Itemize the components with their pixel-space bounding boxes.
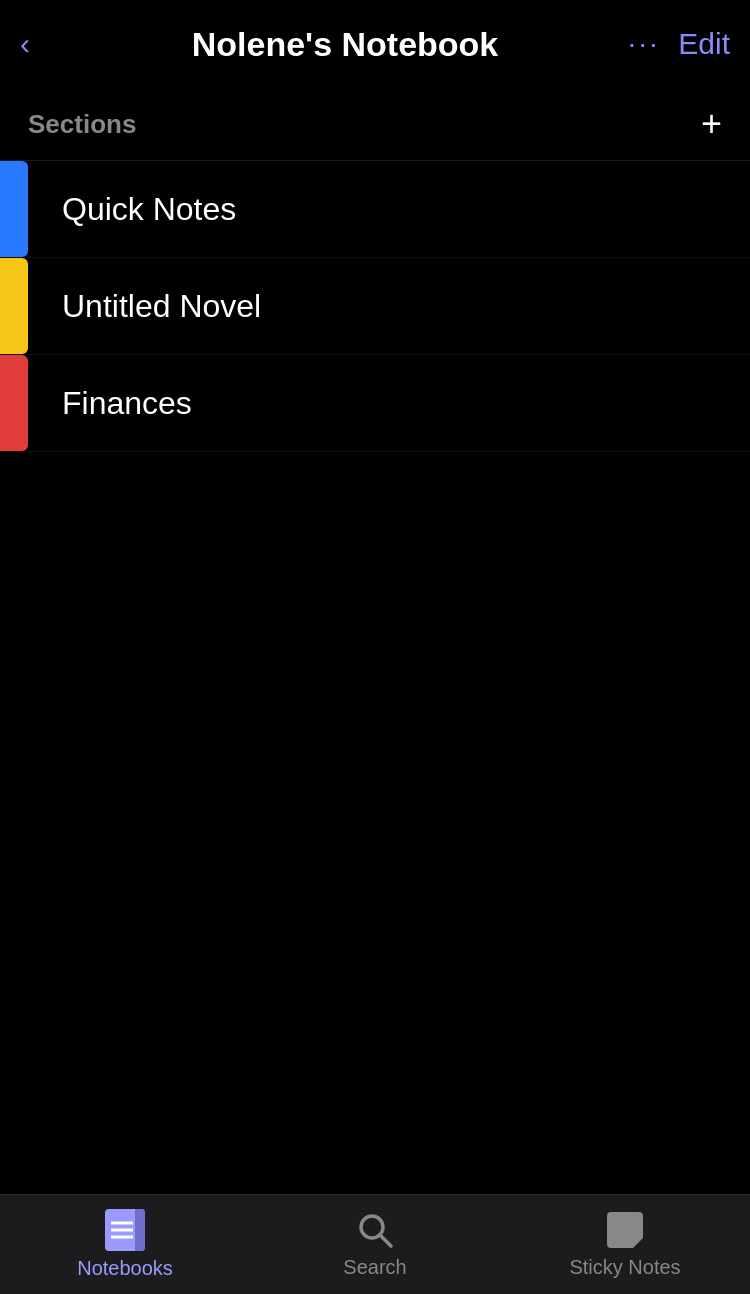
more-options-button[interactable]: ···	[628, 28, 660, 60]
header: ‹ Nolene's Notebook ··· Edit	[0, 0, 750, 88]
tab-search-label: Search	[343, 1256, 406, 1279]
search-icon	[355, 1210, 395, 1250]
section-item-finances[interactable]: Finances	[0, 355, 750, 452]
section-label-finances: Finances	[58, 355, 750, 451]
tab-notebooks-label: Notebooks	[77, 1257, 173, 1280]
tab-notebooks[interactable]: Notebooks	[55, 1209, 195, 1280]
section-list: Quick Notes Untitled Novel Finances	[0, 161, 750, 452]
tab-search[interactable]: Search	[305, 1210, 445, 1279]
section-item-untitled-novel[interactable]: Untitled Novel	[0, 258, 750, 355]
section-label-untitled-novel: Untitled Novel	[58, 258, 750, 354]
section-tab-blue	[0, 161, 28, 257]
section-tab-red	[0, 355, 28, 451]
back-button[interactable]: ‹	[20, 27, 80, 61]
tab-bar: Notebooks Search Sticky Notes	[0, 1194, 750, 1294]
section-label-quick-notes: Quick Notes	[58, 161, 750, 257]
tab-sticky-notes[interactable]: Sticky Notes	[555, 1210, 695, 1279]
notebooks-icon	[105, 1209, 145, 1251]
svg-rect-2	[607, 1212, 643, 1248]
section-tab-yellow	[0, 258, 28, 354]
sticky-notes-icon	[605, 1210, 645, 1250]
sections-header: Sections +	[0, 88, 750, 161]
section-item-quick-notes[interactable]: Quick Notes	[0, 161, 750, 258]
header-actions: ··· Edit	[610, 27, 730, 61]
header-title: Nolene's Notebook	[80, 25, 610, 64]
edit-button[interactable]: Edit	[678, 27, 730, 61]
svg-line-1	[380, 1235, 391, 1246]
sections-label: Sections	[28, 109, 136, 140]
tab-sticky-notes-label: Sticky Notes	[569, 1256, 680, 1279]
add-section-button[interactable]: +	[701, 106, 722, 142]
